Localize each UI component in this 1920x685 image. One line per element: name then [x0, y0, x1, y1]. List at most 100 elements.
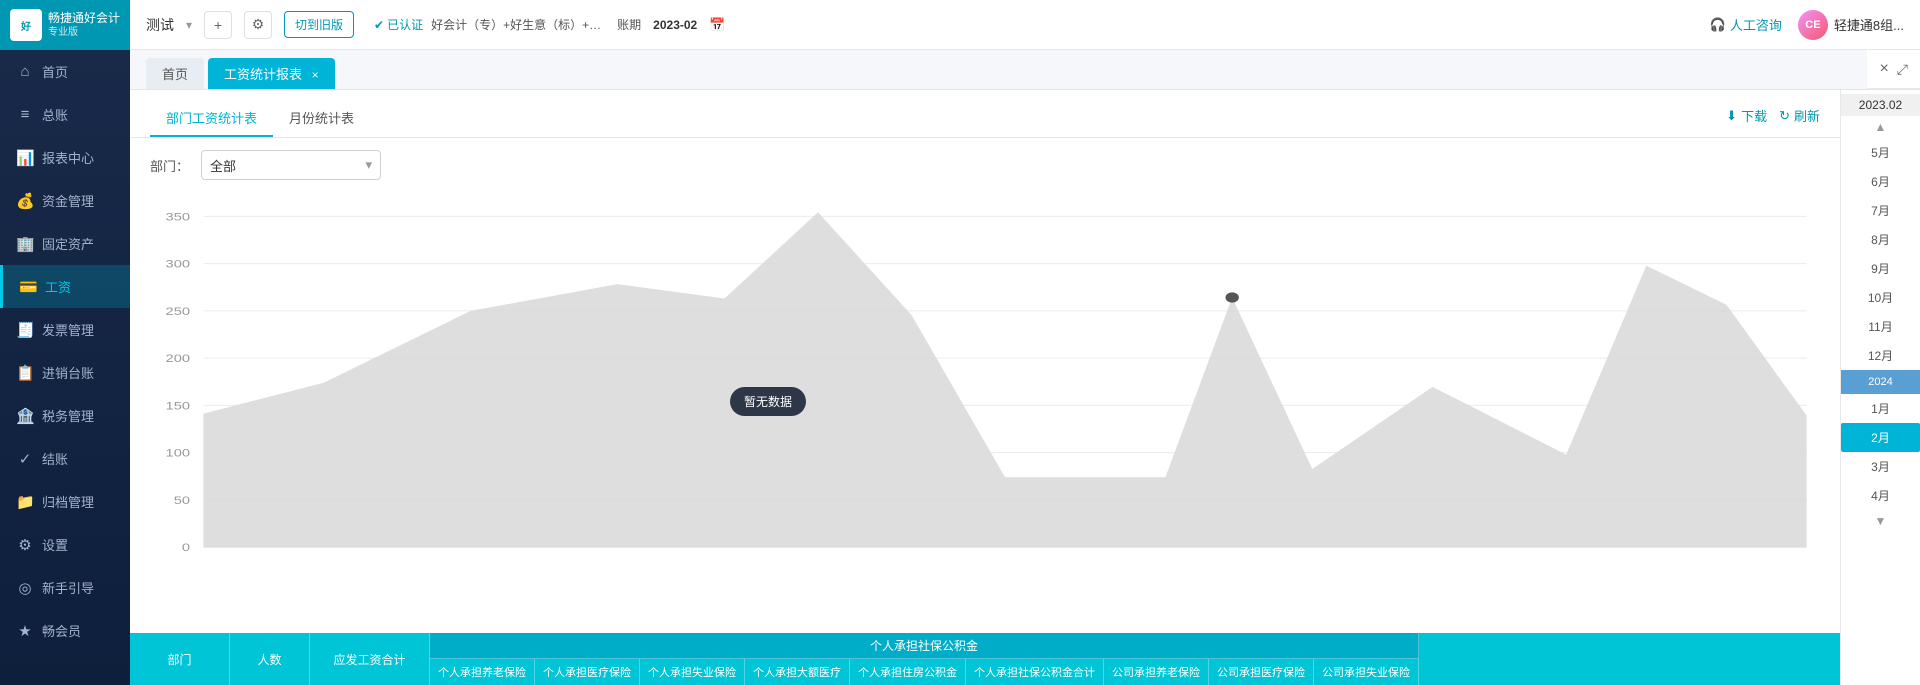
- switch-old-button[interactable]: 切到旧版: [284, 11, 354, 38]
- period-label: 账期: [617, 16, 641, 33]
- panel-close-button[interactable]: ×: [1879, 60, 1888, 78]
- col-people: 人数: [230, 633, 310, 685]
- logo-icon: 好: [10, 9, 42, 41]
- panel-month-8[interactable]: 8月: [1841, 225, 1920, 254]
- sidebar-item-tax[interactable]: 🏦 税务管理: [0, 394, 130, 437]
- sidebar-item-funds[interactable]: 💰 资金管理: [0, 179, 130, 222]
- assets-icon: 🏢: [16, 235, 34, 253]
- panel-month-9[interactable]: 9月: [1841, 254, 1920, 283]
- panel-month-5[interactable]: 5月: [1841, 138, 1920, 167]
- reports-icon: 📊: [16, 149, 34, 167]
- home-icon: ⌂: [16, 63, 34, 80]
- panel-month-1[interactable]: 1月: [1841, 394, 1920, 423]
- tax-icon: 🏦: [16, 407, 34, 425]
- sidebar-item-label: 发票管理: [42, 320, 94, 339]
- tags-text: 好会计（专）+好生意（标）+…: [431, 16, 601, 33]
- help-button[interactable]: 🎧 人工咨询: [1710, 15, 1782, 34]
- sidebar-item-settle[interactable]: ✓ 结账: [0, 437, 130, 480]
- panel-month-7[interactable]: 7月: [1841, 196, 1920, 225]
- sub-tab-monthly[interactable]: 月份统计表: [273, 100, 370, 137]
- sub-col-company-unemployment: 公司承担失业保险: [1314, 659, 1419, 685]
- panel-expand-button[interactable]: ⤢: [1897, 61, 1908, 78]
- group-sub-cols: 个人承担养老保险 个人承担医疗保险 个人承担失业保险 个人承担大额医疗 个人承担…: [430, 659, 1419, 685]
- svg-text:300: 300: [166, 257, 191, 270]
- chart-container: 350 300 250 200 150 100 50 0: [130, 192, 1840, 633]
- sub-col-pension: 个人承担养老保险: [430, 659, 535, 685]
- sub-tab-department[interactable]: 部门工资统计表: [150, 100, 273, 137]
- panel-month-3[interactable]: 3月: [1841, 452, 1920, 481]
- sidebar-item-label: 归档管理: [42, 492, 94, 511]
- department-select[interactable]: 全部 ▾: [201, 150, 381, 180]
- sidebar-item-assets[interactable]: 🏢 固定资产: [0, 222, 130, 265]
- tab-bar: 首页 工资统计报表 ×: [130, 50, 1867, 89]
- sidebar-item-label: 固定资产: [42, 234, 94, 253]
- svg-text:0: 0: [182, 541, 190, 554]
- tab-close-button[interactable]: ×: [312, 68, 319, 82]
- sidebar-item-ledger[interactable]: ≡ 总账: [0, 93, 130, 136]
- certified-icon: ✔: [374, 18, 384, 32]
- panel-nav-up[interactable]: ▲: [1871, 116, 1891, 138]
- tab-home[interactable]: 首页: [146, 58, 204, 89]
- sidebar-item-label: 总账: [42, 105, 68, 124]
- refresh-button[interactable]: ↻ 刷新: [1779, 106, 1820, 125]
- user-menu[interactable]: CE 轻捷通8组...: [1798, 10, 1904, 40]
- main-area: 测试 ▾ + ⚙ 切到旧版 ✔ 已认证 好会计（专）+好生意（标）+… 账期 2…: [130, 0, 1920, 685]
- panel-month-12[interactable]: 12月: [1841, 341, 1920, 370]
- panel-year-label: 2023.02: [1859, 98, 1902, 112]
- download-button[interactable]: ⬇ 下载: [1726, 106, 1767, 125]
- sub-tab-actions: ⬇ 下载 ↻ 刷新: [1726, 106, 1820, 131]
- sidebar-item-home[interactable]: ⌂ 首页: [0, 50, 130, 93]
- sidebar-item-archive[interactable]: 📁 归档管理: [0, 480, 130, 523]
- sales-icon: 📋: [16, 364, 34, 382]
- chart-svg: 350 300 250 200 150 100 50 0: [150, 202, 1820, 582]
- panel-month-10[interactable]: 10月: [1841, 283, 1920, 312]
- chevron-down-icon[interactable]: ▾: [186, 18, 192, 32]
- table-footer: 部门 人数 应发工资合计 个人承担社保公积金 个人承担养老保险 个人承担医疗保险…: [130, 633, 1840, 685]
- topbar: 测试 ▾ + ⚙ 切到旧版 ✔ 已认证 好会计（专）+好生意（标）+… 账期 2…: [130, 0, 1920, 50]
- sidebar-item-settings[interactable]: ⚙ 设置: [0, 523, 130, 566]
- right-panel: 2023.02 ▲ 5月 6月 7月 8月 9月 10月 11月 12月 202…: [1840, 90, 1920, 685]
- department-filter-label: 部门：: [150, 156, 189, 175]
- svg-text:250: 250: [166, 305, 191, 318]
- sidebar-logo: 好 畅捷通好会计 专业版: [0, 0, 130, 50]
- user-name: 轻捷通8组...: [1834, 15, 1904, 34]
- logo-title: 畅捷通好会计: [48, 11, 120, 27]
- sidebar-item-label: 首页: [42, 62, 68, 81]
- dropdown-chevron-icon: ▾: [365, 157, 372, 173]
- sidebar-item-label: 设置: [42, 535, 68, 554]
- panel-month-4[interactable]: 4月: [1841, 481, 1920, 510]
- funds-icon: 💰: [16, 192, 34, 210]
- user-avatar: CE: [1798, 10, 1828, 40]
- sidebar-item-label: 畅会员: [42, 621, 81, 640]
- panel-nav-down[interactable]: ▼: [1871, 510, 1891, 532]
- sidebar-item-label: 报表中心: [42, 148, 94, 167]
- sidebar-item-label: 进销台账: [42, 363, 94, 382]
- add-button[interactable]: +: [204, 11, 232, 39]
- sidebar-item-invoice[interactable]: 🧾 发票管理: [0, 308, 130, 351]
- topbar-right: 🎧 人工咨询 CE 轻捷通8组...: [1710, 10, 1904, 40]
- sub-col-unemployment: 个人承担失业保险: [640, 659, 745, 685]
- period-value: 2023-02: [653, 18, 697, 32]
- settings-gear-button[interactable]: ⚙: [244, 11, 272, 39]
- panel-month-2[interactable]: 2月: [1841, 423, 1920, 452]
- calendar-icon[interactable]: 📅: [709, 17, 725, 33]
- topbar-tags: ✔ 已认证 好会计（专）+好生意（标）+… 账期 2023-02 📅: [374, 16, 1698, 33]
- sidebar-item-member[interactable]: ★ 畅会员: [0, 609, 130, 652]
- refresh-icon: ↻: [1779, 108, 1790, 124]
- sidebar-item-guide[interactable]: ◎ 新手引导: [0, 566, 130, 609]
- settle-icon: ✓: [16, 450, 34, 468]
- certified-tag: ✔ 已认证: [374, 16, 423, 33]
- sidebar: 好 畅捷通好会计 专业版 ⌂ 首页 ≡ 总账 📊 报表中心 💰 资金管理 🏢 固…: [0, 0, 130, 685]
- logo-subtitle: 专业版: [48, 26, 120, 39]
- tab-salary-report[interactable]: 工资统计报表 ×: [208, 58, 335, 89]
- sidebar-item-sales[interactable]: 📋 进销台账: [0, 351, 130, 394]
- sidebar-item-reports[interactable]: 📊 报表中心: [0, 136, 130, 179]
- sub-col-medical: 个人承担医疗保险: [535, 659, 640, 685]
- sidebar-item-label: 工资: [45, 277, 71, 296]
- panel-month-6[interactable]: 6月: [1841, 167, 1920, 196]
- col-salary-total: 应发工资合计: [310, 633, 430, 685]
- panel-month-11[interactable]: 11月: [1841, 312, 1920, 341]
- sidebar-item-salary[interactable]: 💳 工资: [0, 265, 130, 308]
- right-panel-year: 2023.02: [1841, 94, 1920, 116]
- tab-bar-row: 首页 工资统计报表 × × ⤢: [130, 50, 1920, 90]
